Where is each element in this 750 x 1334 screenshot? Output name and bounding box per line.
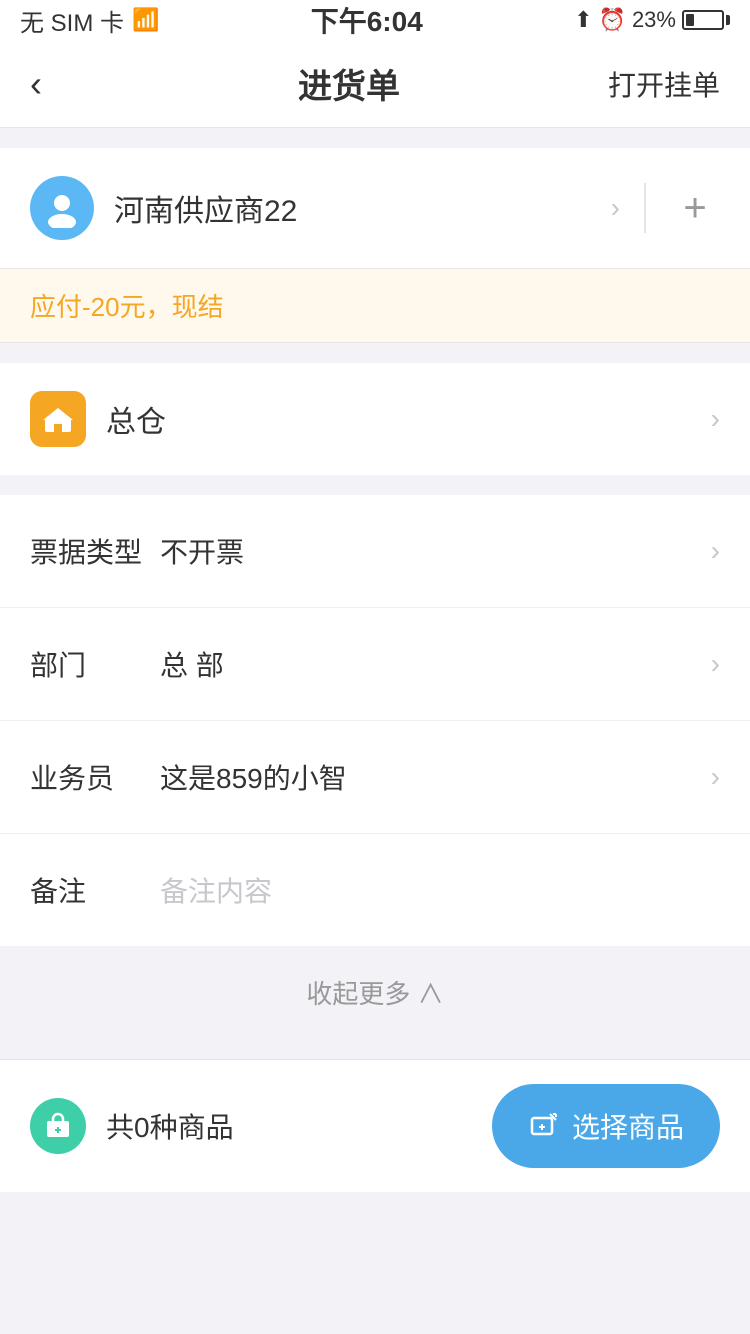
bill-type-row[interactable]: 票据类型 不开票 › xyxy=(0,495,750,607)
supplier-row[interactable]: 河南供应商22 › + xyxy=(0,148,750,269)
remark-input[interactable]: 备注内容 xyxy=(150,870,720,910)
remark-label: 备注 xyxy=(30,870,150,910)
warehouse-chevron-icon: › xyxy=(711,403,720,435)
notice-bar: 应付-20元，现结 xyxy=(0,269,750,343)
add-supplier-button[interactable]: + xyxy=(670,186,720,231)
supplier-avatar xyxy=(30,176,94,240)
warehouse-icon xyxy=(30,391,86,447)
dept-label: 部门 xyxy=(30,644,150,684)
supplier-name: 河南供应商22 xyxy=(114,186,611,230)
dept-chevron-icon: › xyxy=(711,648,720,680)
location-icon: ⬆ xyxy=(574,7,592,33)
warehouse-name: 总仓 xyxy=(106,397,711,441)
back-button[interactable]: ‹ xyxy=(30,63,90,105)
remark-row[interactable]: 备注 备注内容 xyxy=(0,833,750,946)
bill-type-chevron-icon: › xyxy=(711,535,720,567)
status-left: 无 SIM 卡 📶 xyxy=(20,3,159,38)
dept-row[interactable]: 部门 总 部 › xyxy=(0,607,750,720)
supplier-divider xyxy=(644,183,646,233)
warehouse-section: 总仓 › xyxy=(0,363,750,475)
sales-row[interactable]: 业务员 这是859的小智 › xyxy=(0,720,750,833)
status-bar: 无 SIM 卡 📶 下午6:04 ⬆ ⏰ 23% xyxy=(0,0,750,40)
bill-type-value: 不开票 xyxy=(150,531,711,571)
warehouse-row[interactable]: 总仓 › xyxy=(0,363,750,475)
product-count-icon xyxy=(30,1098,86,1154)
bill-type-label: 票据类型 xyxy=(30,531,150,571)
supplier-section: 河南供应商22 › + 应付-20元，现结 xyxy=(0,148,750,343)
bottom-bar: 共0种商品 选择商品 xyxy=(0,1059,750,1192)
carrier-text: 无 SIM 卡 xyxy=(20,3,124,38)
battery-percent: 23% xyxy=(632,7,676,33)
supplier-chevron-icon: › xyxy=(611,192,620,224)
dept-value: 总 部 xyxy=(150,644,711,684)
collapse-row[interactable]: 收起更多 ∧ xyxy=(0,946,750,1039)
wifi-icon: 📶 xyxy=(132,7,159,33)
section-gap-1 xyxy=(0,128,750,148)
select-product-label: 选择商品 xyxy=(572,1106,684,1146)
product-count-text: 共0种商品 xyxy=(106,1106,492,1146)
select-product-button[interactable]: 选择商品 xyxy=(492,1084,720,1168)
sales-chevron-icon: › xyxy=(711,761,720,793)
status-right: ⬆ ⏰ 23% xyxy=(574,7,730,33)
section-gap-2 xyxy=(0,343,750,363)
battery-icon xyxy=(682,10,730,30)
nav-bar: ‹ 进货单 打开挂单 xyxy=(0,40,750,128)
form-section: 票据类型 不开票 › 部门 总 部 › 业务员 这是859的小智 › 备注 备注… xyxy=(0,495,750,946)
page-title: 进货单 xyxy=(298,59,400,108)
sales-label: 业务员 xyxy=(30,757,150,797)
sales-value: 这是859的小智 xyxy=(150,757,711,797)
alarm-icon: ⏰ xyxy=(599,7,626,33)
status-time: 下午6:04 xyxy=(311,0,423,40)
select-product-icon xyxy=(528,1110,560,1142)
open-pending-button[interactable]: 打开挂单 xyxy=(608,64,720,104)
section-gap-3 xyxy=(0,475,750,495)
